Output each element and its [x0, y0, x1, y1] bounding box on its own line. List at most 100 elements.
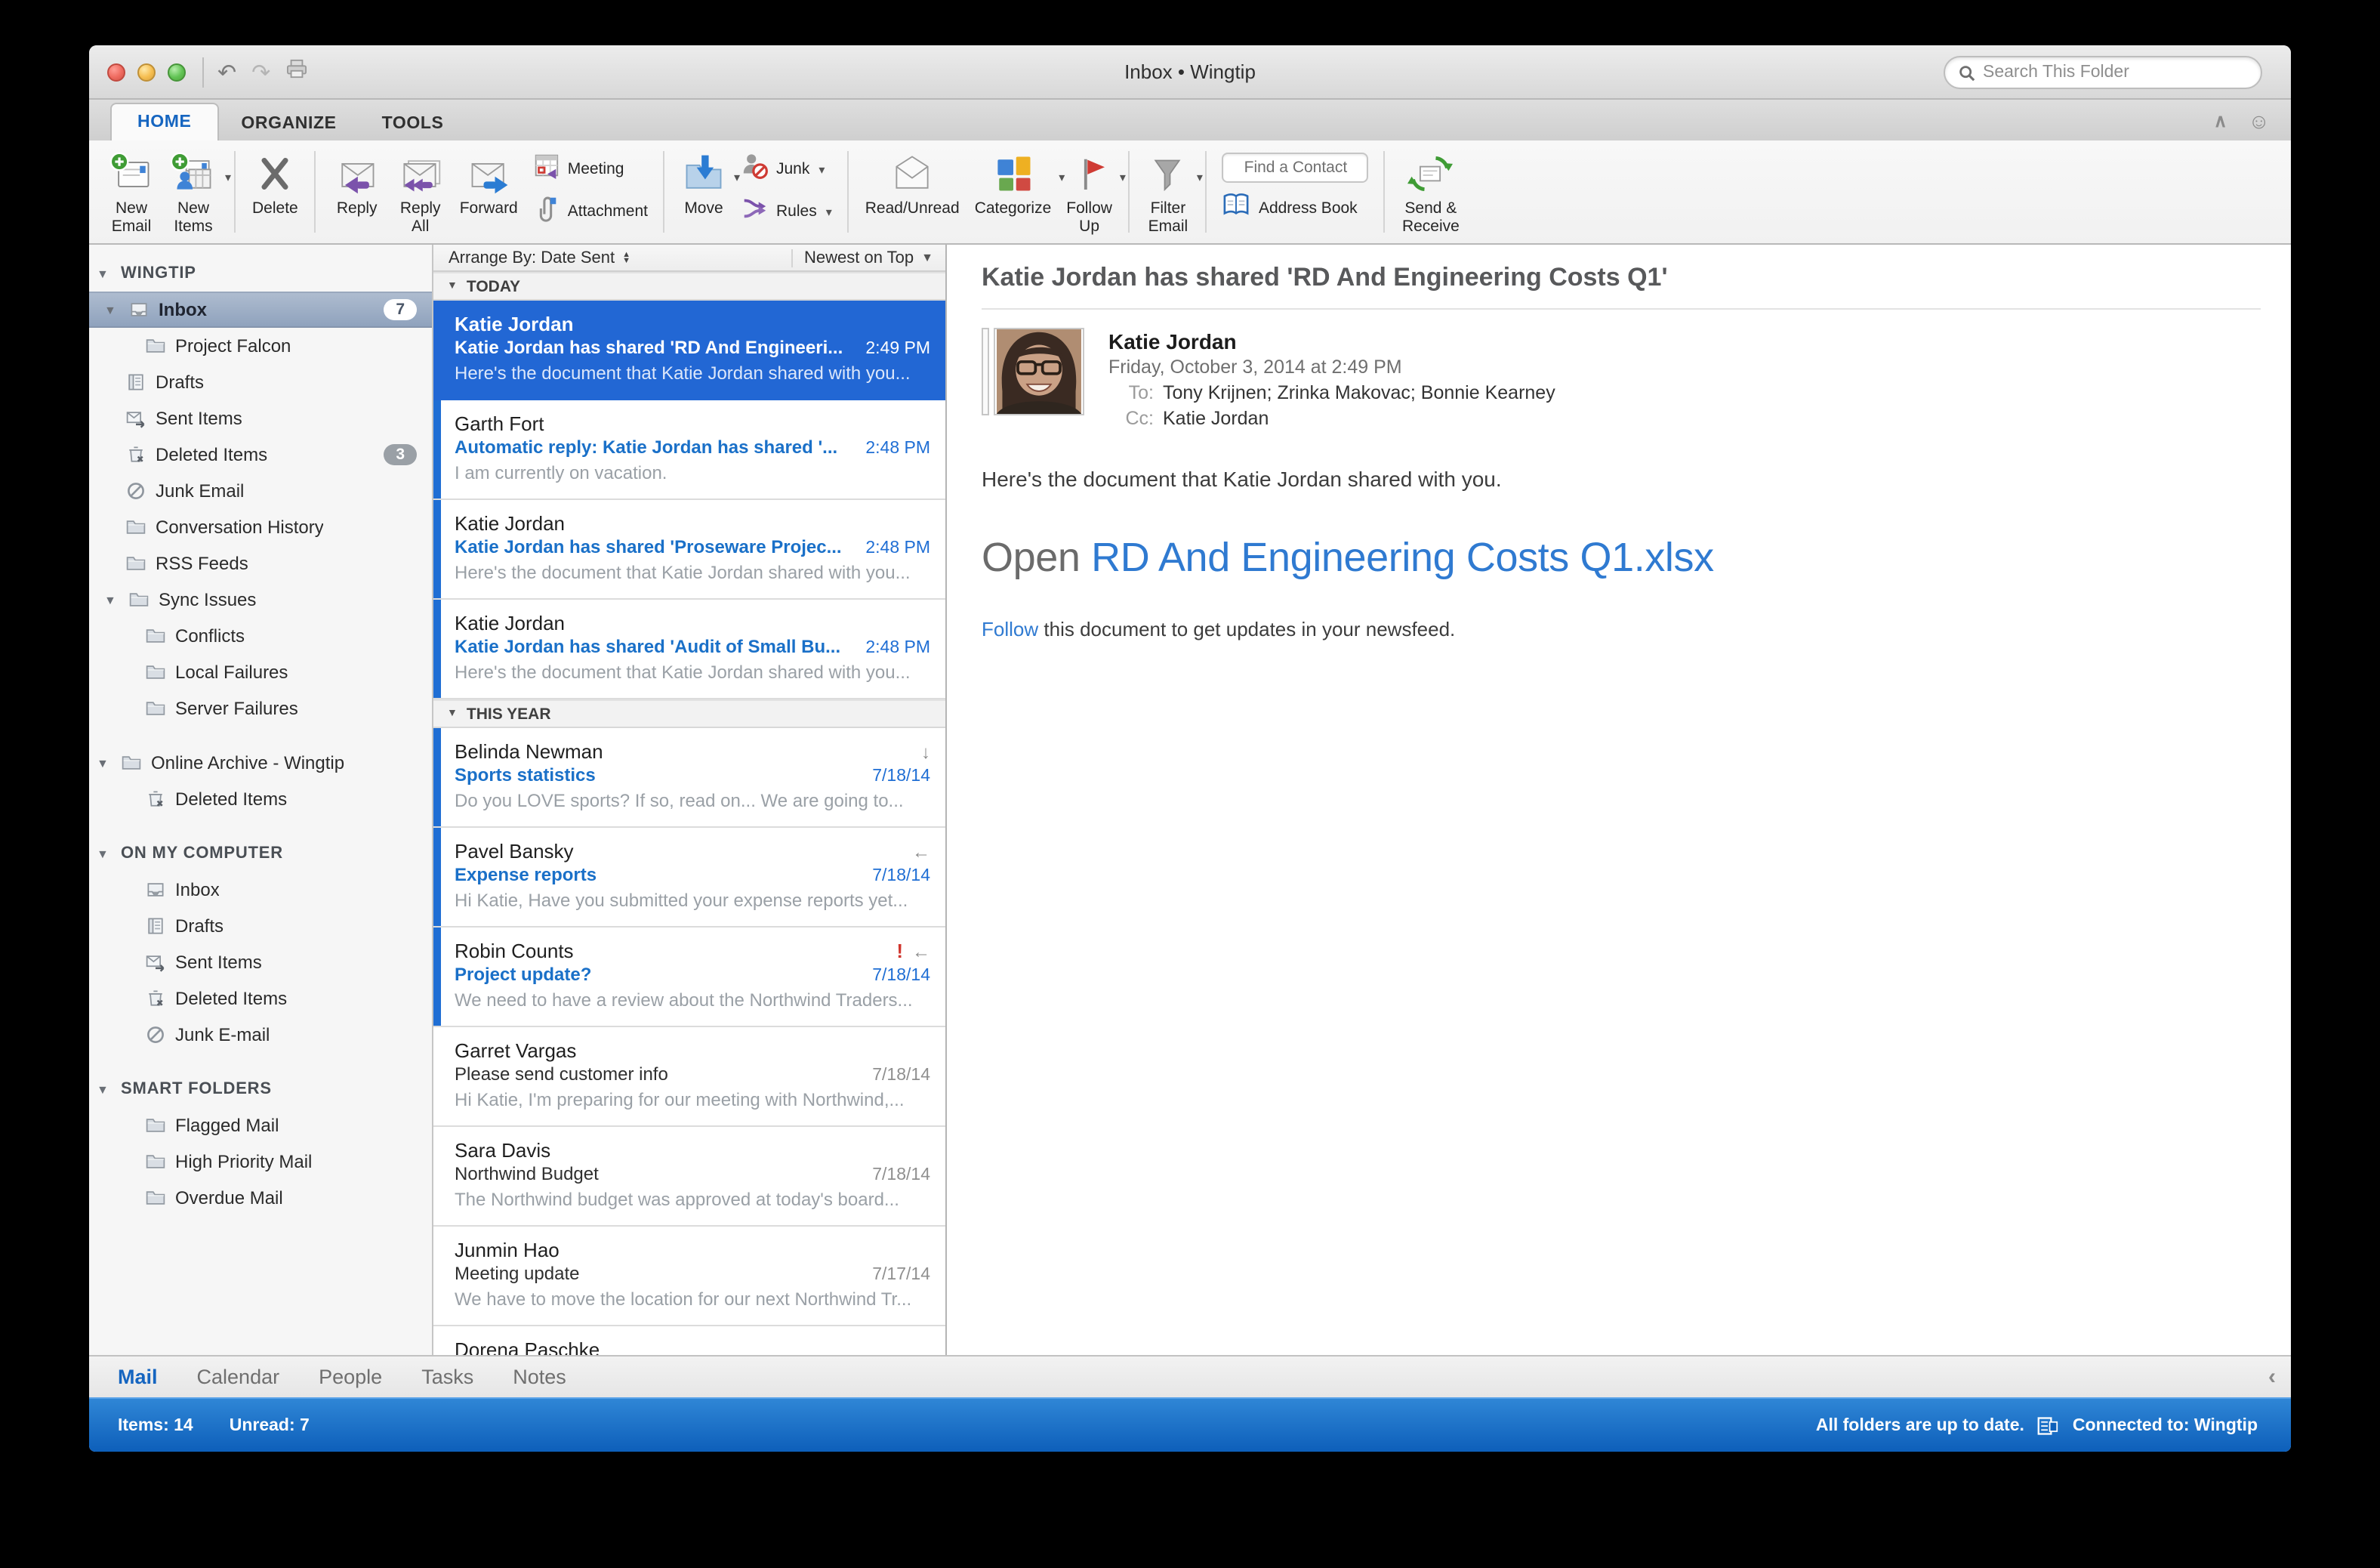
- arrange-by-control[interactable]: Arrange By: Date Sent ▲ ▼: [433, 248, 791, 267]
- sidebar-item[interactable]: ▼ Sent Items: [89, 944, 432, 980]
- reply-all-button[interactable]: Reply All: [389, 148, 452, 237]
- message-subject: Automatic reply: Katie Jordan has shared…: [455, 437, 838, 458]
- sidebar-item[interactable]: ▼ Conversation History: [89, 509, 432, 545]
- message-sender: Belinda Newman: [455, 740, 603, 763]
- sidebar-item-label: Overdue Mail: [175, 1187, 283, 1208]
- collapse-ribbon-icon[interactable]: ∧: [2214, 110, 2227, 131]
- message-list-item[interactable]: ▼ Dorena Paschke !: [433, 1326, 945, 1355]
- sidebar-item[interactable]: ▼ WINGTIP: [89, 255, 432, 292]
- sidebar-item[interactable]: ▼ Flagged Mail: [89, 1107, 432, 1144]
- sidebar-item[interactable]: ▼ Conflicts: [89, 618, 432, 654]
- read-unread-button[interactable]: Read/Unread: [858, 148, 967, 219]
- module-tab-notes[interactable]: Notes: [513, 1366, 566, 1388]
- module-tab-tasks[interactable]: Tasks: [421, 1366, 473, 1388]
- follow-up-dropdown-caret[interactable]: ▾: [1120, 171, 1126, 184]
- sidebar-item-label: Junk E-mail: [175, 1024, 270, 1045]
- sidebar-item[interactable]: ▼ Overdue Mail: [89, 1180, 432, 1216]
- reply-button[interactable]: Reply: [325, 148, 389, 219]
- message-list-item[interactable]: ▼ Sara Davis !: [433, 1127, 945, 1227]
- follow-up-button[interactable]: Follow Up ▾: [1059, 148, 1126, 237]
- find-a-contact-input[interactable]: Find a Contact: [1222, 153, 1369, 183]
- message-list-item[interactable]: ▼ Garth Fort !: [433, 400, 945, 500]
- sidebar-item[interactable]: ▼ Inbox: [89, 872, 432, 908]
- new-items-dropdown-caret[interactable]: ▾: [225, 171, 231, 184]
- sidebar-item[interactable]: ▼ Sync Issues: [89, 582, 432, 618]
- junk-button[interactable]: Junk ▾: [740, 153, 832, 186]
- forward-button[interactable]: Forward: [452, 148, 526, 219]
- group-header[interactable]: ▼ TODAY: [433, 272, 945, 301]
- categorize-button[interactable]: Categorize ▾: [967, 148, 1065, 219]
- move-button[interactable]: Move ▾: [674, 148, 740, 219]
- attachment-button[interactable]: Attachment: [532, 195, 648, 228]
- move-dropdown-caret[interactable]: ▾: [734, 171, 740, 184]
- sidebar-item[interactable]: ▼ Online Archive - Wingtip: [89, 745, 432, 781]
- folder-icon: [125, 480, 146, 502]
- module-tab-calendar[interactable]: Calendar: [197, 1366, 280, 1388]
- module-tab-people[interactable]: People: [319, 1366, 382, 1388]
- search-input[interactable]: Search This Folder: [1944, 56, 2262, 89]
- status-bar: Items: 14 Unread: 7 All folders are up t…: [89, 1397, 2291, 1452]
- document-link[interactable]: RD And Engineering Costs Q1.xlsx: [1091, 535, 1714, 580]
- sort-order-control[interactable]: Newest on Top ▼: [791, 248, 945, 267]
- attachment-icon: [532, 193, 560, 230]
- title-bar: ↶ ↷ Inbox • Wingtip Search This Folder: [89, 45, 2291, 100]
- delete-button[interactable]: Delete: [245, 148, 306, 219]
- sidebar-item[interactable]: ▼ ON MY COMPUTER: [89, 835, 432, 872]
- new-email-button[interactable]: New Email: [101, 148, 162, 237]
- sidebar-item[interactable]: ▼ High Priority Mail: [89, 1144, 432, 1180]
- sidebar-item[interactable]: ▼ Junk E-mail: [89, 1017, 432, 1053]
- message-list-item[interactable]: ▼ Katie Jordan !: [433, 500, 945, 600]
- sidebar-item[interactable]: ▼ Junk Email: [89, 473, 432, 509]
- message-preview: I am currently on vacation.: [455, 462, 667, 483]
- disclosure-triangle-icon[interactable]: ▼: [97, 1082, 112, 1096]
- message-list-item[interactable]: ▼ Belinda Newman ! ↓: [433, 728, 945, 828]
- sidebar-item[interactable]: ▼ Deleted Items: [89, 781, 432, 817]
- new-items-button[interactable]: New Items ▾: [162, 148, 231, 237]
- address-book-icon: [1222, 192, 1251, 225]
- folder-icon: [145, 789, 166, 810]
- disclosure-triangle-icon[interactable]: ▼: [104, 593, 119, 607]
- disclosure-triangle-icon[interactable]: ▼: [97, 847, 112, 860]
- sidebar-item[interactable]: ▼ Drafts: [89, 908, 432, 944]
- filter-email-button[interactable]: Filter Email ▾: [1139, 148, 1203, 237]
- disclosure-triangle-icon[interactable]: ▼: [104, 303, 119, 316]
- sidebar-item[interactable]: ▼ Deleted Items 3: [89, 437, 432, 473]
- message-list-item[interactable]: ▼ Robin Counts ! ←: [433, 928, 945, 1027]
- message-sender: Pavel Bansky: [455, 840, 574, 863]
- follow-link[interactable]: Follow: [982, 618, 1038, 640]
- sidebar-item[interactable]: ▼ Project Falcon: [89, 328, 432, 364]
- disclosure-triangle-icon[interactable]: ▼: [97, 756, 112, 770]
- feedback-smiley-icon[interactable]: ☺: [2248, 109, 2270, 133]
- reply-icon: [333, 150, 381, 198]
- tab-organize[interactable]: ORGANIZE: [218, 106, 359, 140]
- rules-button[interactable]: Rules ▾: [740, 195, 832, 228]
- address-book-button[interactable]: Address Book: [1222, 192, 1369, 225]
- send-receive-button[interactable]: Send & Receive: [1395, 148, 1467, 237]
- sidebar-item[interactable]: ▼ Local Failures: [89, 654, 432, 690]
- sidebar-item-label: Junk Email: [156, 480, 245, 502]
- message-list-item[interactable]: ▼ Garret Vargas !: [433, 1027, 945, 1127]
- tab-home[interactable]: HOME: [110, 103, 219, 140]
- group-header[interactable]: ▼ THIS YEAR: [433, 699, 945, 728]
- sidebar-item[interactable]: ▼ RSS Feeds: [89, 545, 432, 582]
- meeting-button[interactable]: Meeting: [532, 153, 648, 186]
- module-tab-mail[interactable]: Mail: [118, 1366, 158, 1388]
- sidebar-item[interactable]: ▼ SMART FOLDERS: [89, 1071, 432, 1107]
- sidebar-item[interactable]: ▼ Sent Items: [89, 400, 432, 437]
- rules-dropdown-caret[interactable]: ▾: [826, 205, 832, 218]
- message-list-item[interactable]: ▼ Katie Jordan !: [433, 301, 945, 400]
- disclosure-triangle-icon[interactable]: ▼: [97, 267, 112, 280]
- sidebar-item[interactable]: ▼ Deleted Items: [89, 980, 432, 1017]
- filter-email-dropdown-caret[interactable]: ▾: [1197, 171, 1203, 184]
- message-list-item[interactable]: ▼ TODAY !: [433, 272, 945, 301]
- sidebar-item[interactable]: ▼ Server Failures: [89, 690, 432, 727]
- message-list-item[interactable]: ▼ Katie Jordan !: [433, 600, 945, 699]
- message-list-item[interactable]: ▼ Pavel Bansky ! ←: [433, 828, 945, 928]
- sidebar-item[interactable]: ▼ Drafts: [89, 364, 432, 400]
- message-list-item[interactable]: ▼ THIS YEAR !: [433, 699, 945, 728]
- junk-dropdown-caret[interactable]: ▾: [819, 162, 825, 176]
- collapse-pane-chevron-icon[interactable]: ‹: [2268, 1364, 2276, 1390]
- message-list-item[interactable]: ▼ Junmin Hao !: [433, 1227, 945, 1326]
- sidebar-item[interactable]: ▼ Inbox 7: [89, 292, 432, 328]
- tab-tools[interactable]: TOOLS: [359, 106, 467, 140]
